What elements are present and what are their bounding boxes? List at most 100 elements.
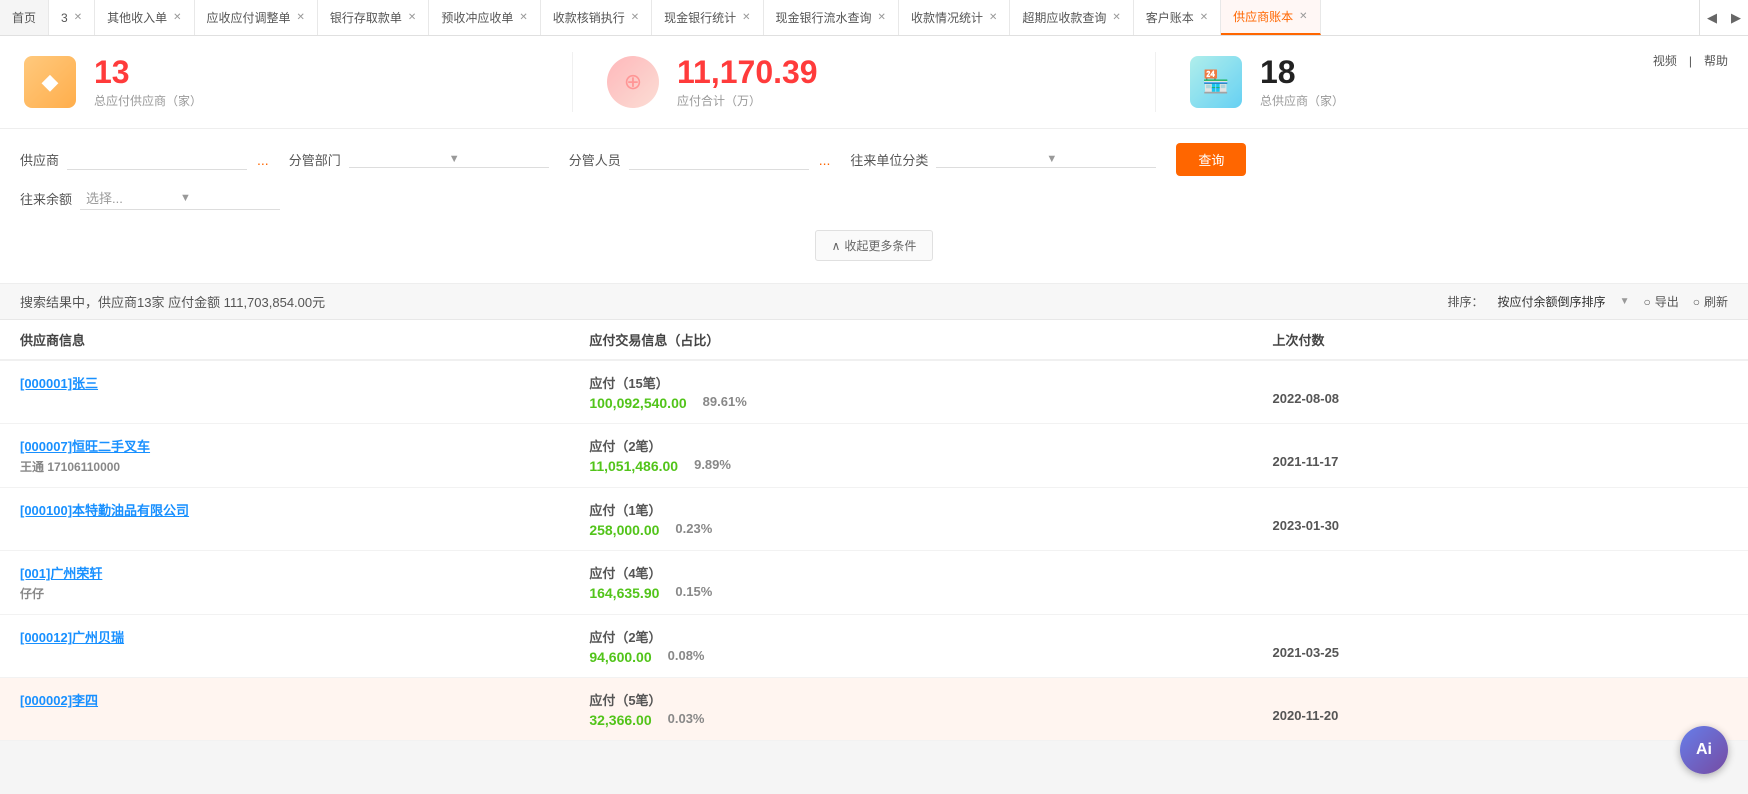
supplier-link-000100[interactable]: [000100]本特勤油品有限公司 <box>20 500 589 519</box>
tx-amount[interactable]: 94,600.00 <box>589 649 651 665</box>
nav-pre-collect[interactable]: 预收冲应收单 ✕ <box>429 0 540 35</box>
nav-supplier-ledger[interactable]: 供应商账本 ✕ <box>1221 0 1320 35</box>
filter-section: 供应商 ... 分管部门 ▼ 分管人员 ... 往来单位分类 ▼ 查询 往来 <box>0 129 1748 284</box>
nav-next-arrow[interactable]: ▶ <box>1724 0 1748 36</box>
help-link[interactable]: 帮助 <box>1704 52 1728 69</box>
nav-cash-bank-flow[interactable]: 现金银行流水查询 ✕ <box>764 0 899 35</box>
close-icon[interactable]: ✕ <box>297 12 305 23</box>
tx-label: 应付（1笔） <box>589 500 1272 519</box>
supplier-link-000002[interactable]: [000002]李四 <box>20 690 589 709</box>
table-header: 供应商信息 应付交易信息（占比） 上次付数 <box>0 320 1748 361</box>
payable-suppliers-count: 13 <box>94 56 202 88</box>
close-icon[interactable]: ✕ <box>742 12 750 23</box>
table-row: [000007]恒旺二手叉车 王通 17106110000 应付（2笔） 11,… <box>0 424 1748 488</box>
nav-scroll-arrows: ◀ ▶ <box>1699 0 1748 36</box>
filter-row-1: 供应商 ... 分管部门 ▼ 分管人员 ... 往来单位分类 ▼ 查询 <box>20 143 1728 176</box>
chevron-down-icon: ▼ <box>449 153 543 165</box>
tx-amount[interactable]: 100,092,540.00 <box>589 395 686 411</box>
balance-filter-label: 往来余额 <box>20 189 72 208</box>
tx-percent: 0.03% <box>668 711 705 726</box>
nav-ar-ap-adjust[interactable]: 应收应付调整单 ✕ <box>195 0 318 35</box>
chevron-down-icon: ▼ <box>180 192 274 204</box>
shop-icon: 🏪 <box>1186 52 1246 112</box>
balance-filter-select[interactable]: 选择... ▼ <box>80 186 280 210</box>
tx-percent: 9.89% <box>694 457 731 472</box>
tx-label: 应付（2笔） <box>589 627 1272 646</box>
nav-payment-verify[interactable]: 收款核销执行 ✕ <box>541 0 652 35</box>
supplier-filter-label: 供应商 <box>20 150 59 169</box>
nav-bank-deposit[interactable]: 银行存取款单 ✕ <box>318 0 429 35</box>
export-button[interactable]: ○ 导出 <box>1643 293 1678 310</box>
nav-overdue-query[interactable]: 超期应收款查询 ✕ <box>1010 0 1133 35</box>
nav-tab3[interactable]: 3 ✕ <box>49 0 95 35</box>
nav-collection-stat[interactable]: 收款情况统计 ✕ <box>899 0 1010 35</box>
close-icon[interactable]: ✕ <box>1112 12 1120 23</box>
tx-amount[interactable]: 11,051,486.00 <box>589 458 678 474</box>
supplier-filter-input[interactable] <box>67 150 247 170</box>
tx-percent: 0.08% <box>668 648 705 663</box>
close-icon[interactable]: ✕ <box>74 12 82 23</box>
chevron-up-icon: ∧ <box>832 239 841 253</box>
table-row: [000100]本特勤油品有限公司 应付（1笔） 258,000.00 0.23… <box>0 488 1748 551</box>
filter-row-2: 往来余额 选择... ▼ <box>20 186 1728 210</box>
tx-label: 应付（4笔） <box>589 563 1272 582</box>
video-link[interactable]: 视频 <box>1653 52 1677 69</box>
filter-dept: 分管部门 ▼ <box>289 150 549 169</box>
supplier-sub: 仔仔 <box>20 585 589 602</box>
summary-section: ◆ 13 总应付供应商（家） ⊕ 11,170.39 应付合计（万） 🏪 18 … <box>0 36 1748 129</box>
dept-filter-label: 分管部门 <box>289 150 341 169</box>
sort-label: 排序： <box>1448 293 1484 310</box>
nav-home[interactable]: 首页 <box>0 0 49 35</box>
refresh-button[interactable]: ○ 刷新 <box>1693 293 1728 310</box>
chevron-down-icon: ▼ <box>1046 153 1150 165</box>
close-icon[interactable]: ✕ <box>519 12 527 23</box>
tx-percent: 0.23% <box>675 521 712 536</box>
close-icon[interactable]: ✕ <box>989 12 997 23</box>
refresh-icon: ○ <box>1693 295 1700 309</box>
nav-cash-bank-stat[interactable]: 现金银行统计 ✕ <box>652 0 763 35</box>
close-icon[interactable]: ✕ <box>631 12 639 23</box>
last-pay-date: 2021-03-25 <box>1273 627 1728 660</box>
close-icon[interactable]: ✕ <box>1299 11 1307 22</box>
summary-card-payable-total: ⊕ 11,170.39 应付合计（万） <box>572 52 1145 112</box>
sort-dropdown[interactable]: 按应付余额倒序排序 <box>1498 293 1606 310</box>
close-icon[interactable]: ✕ <box>173 12 181 23</box>
table-row: [000001]张三 应付（15笔） 100,092,540.00 89.61%… <box>0 361 1748 424</box>
tx-percent: 89.61% <box>703 394 747 409</box>
filter-balance: 往来余额 选择... ▼ <box>20 186 280 210</box>
person-filter-dots[interactable]: ... <box>819 152 831 168</box>
table-section: 供应商信息 应付交易信息（占比） 上次付数 [000001]张三 应付（15笔）… <box>0 320 1748 741</box>
summary-card-total-suppliers: 🏪 18 总供应商（家） <box>1155 52 1728 112</box>
last-pay-date: 2023-01-30 <box>1273 500 1728 533</box>
supplier-link-000012[interactable]: [000012]广州贝瑞 <box>20 627 589 646</box>
summary-card-suppliers-payable: ◆ 13 总应付供应商（家） <box>20 52 562 112</box>
nav-other-income[interactable]: 其他收入单 ✕ <box>95 0 194 35</box>
close-icon[interactable]: ✕ <box>1200 12 1208 23</box>
last-pay-date: 2020-11-20 <box>1273 690 1728 723</box>
total-suppliers-label: 总供应商（家） <box>1260 92 1344 109</box>
nav-customer-ledger[interactable]: 客户账本 ✕ <box>1134 0 1221 35</box>
payable-suppliers-label: 总应付供应商（家） <box>94 92 202 109</box>
close-icon[interactable]: ✕ <box>878 12 886 23</box>
tx-amount[interactable]: 164,635.90 <box>589 585 659 601</box>
tx-amount[interactable]: 32,366.00 <box>589 712 651 728</box>
tx-amount[interactable]: 258,000.00 <box>589 522 659 538</box>
nav-prev-arrow[interactable]: ◀ <box>1700 0 1724 36</box>
last-pay-date: 2022-08-08 <box>1273 373 1728 406</box>
supplier-link-001-gz-rongxuan[interactable]: [001]广州荣轩 <box>20 563 589 582</box>
collapse-button[interactable]: ∧ 收起更多条件 <box>815 230 934 261</box>
col-header-transactions: 应付交易信息（占比） <box>589 330 1272 349</box>
filter-supplier: 供应商 ... <box>20 150 269 170</box>
supplier-filter-dots[interactable]: ... <box>257 152 269 168</box>
supplier-link-000007[interactable]: [000007]恒旺二手叉车 <box>20 436 589 455</box>
filter-person: 分管人员 ... <box>569 150 831 170</box>
person-filter-input[interactable] <box>629 150 809 170</box>
query-button[interactable]: 查询 <box>1176 143 1246 176</box>
top-navigation: 首页 3 ✕ 其他收入单 ✕ 应收应付调整单 ✕ 银行存取款单 ✕ 预收冲应收单… <box>0 0 1748 36</box>
ai-assistant-button[interactable]: Ai <box>1680 726 1728 774</box>
dept-filter-select[interactable]: ▼ <box>349 151 549 168</box>
supplier-link-000001[interactable]: [000001]张三 <box>20 373 589 392</box>
close-icon[interactable]: ✕ <box>408 12 416 23</box>
category-filter-select[interactable]: ▼ <box>936 151 1156 168</box>
col-header-lastpay: 上次付数 <box>1273 330 1728 349</box>
